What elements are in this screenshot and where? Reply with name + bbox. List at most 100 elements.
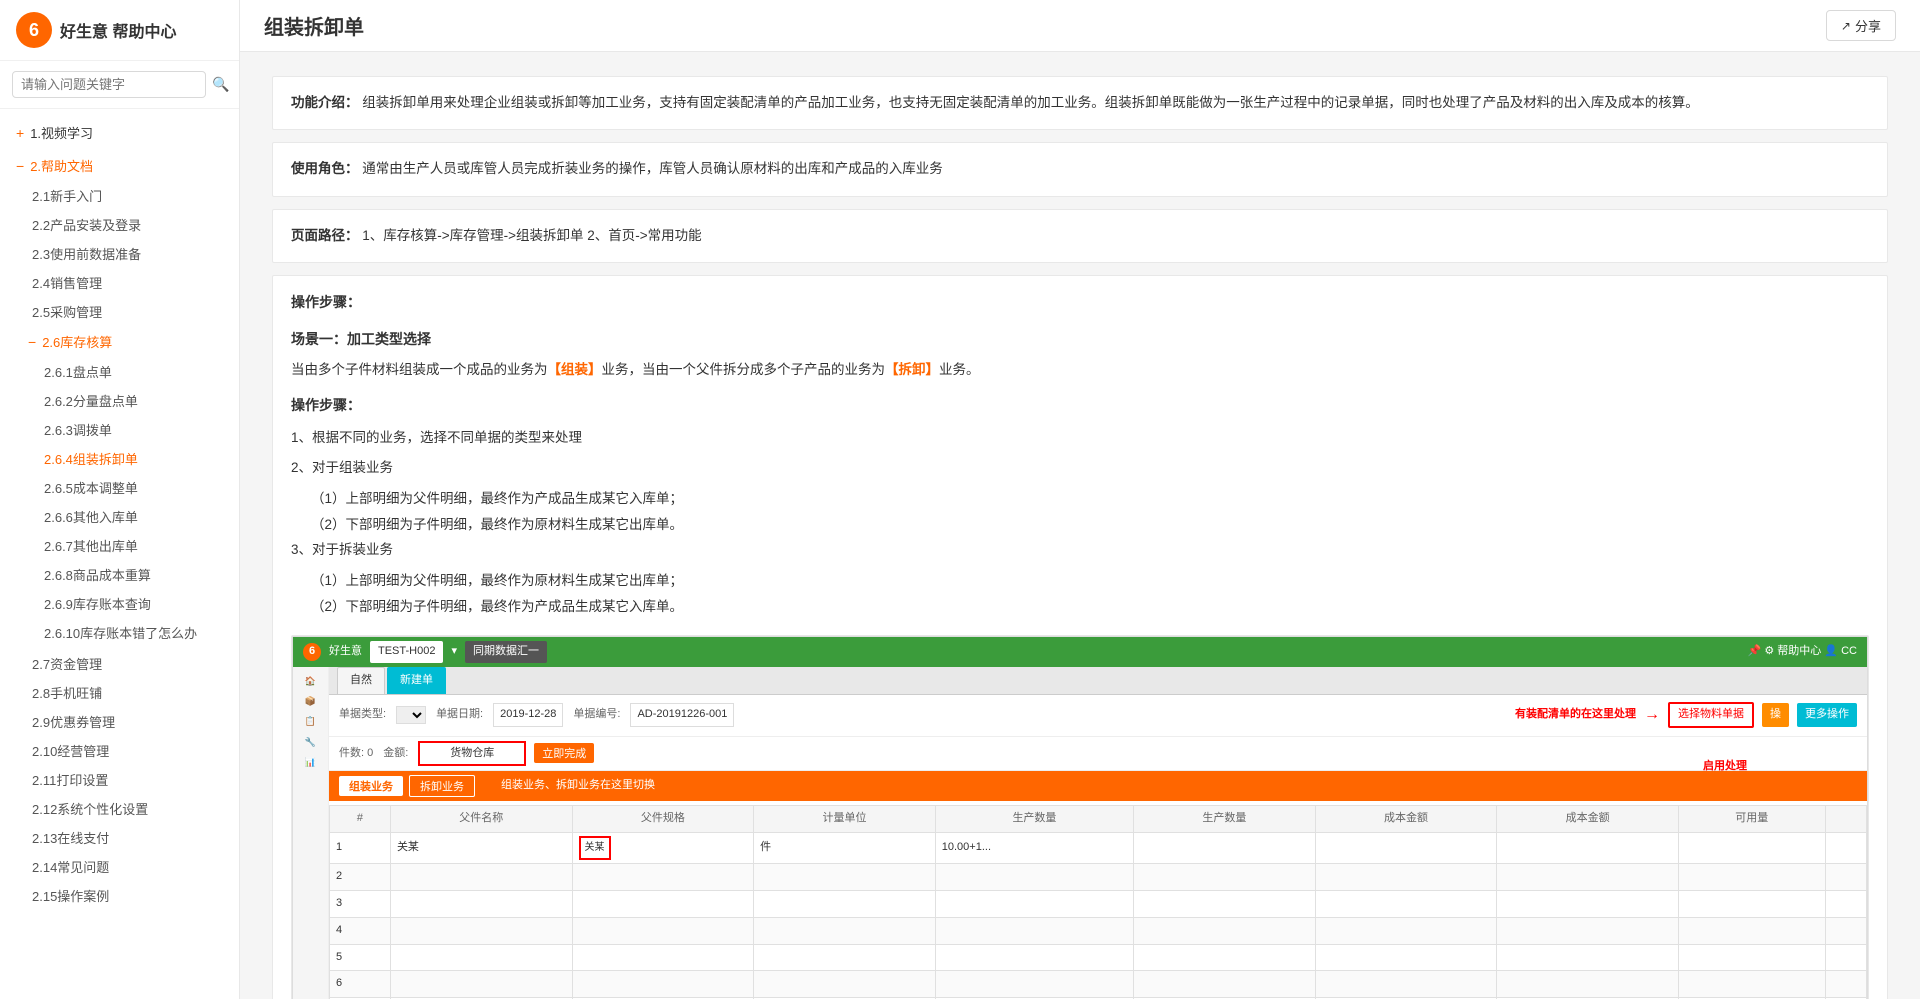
ss-cell-avail — [1678, 833, 1825, 864]
sidebar-item-inv-out[interactable]: 2.6.7其他出库单 — [0, 531, 239, 560]
ss-nav-icon-4: 🔧 — [305, 734, 316, 750]
ss-disassembly-btn[interactable]: 拆卸业务 — [409, 775, 475, 797]
ss-titlebar: 6 好生意 TEST-H002 ▾ 同期数据汇一 📌 ⚙ 帮助中心 👤 CC — [293, 637, 1867, 667]
annotation1: 有装配清单的在这里处理 — [1515, 705, 1636, 725]
sidebar-item-inv-check[interactable]: 2.6.1盘点单 — [0, 357, 239, 386]
share-icon: ↗ — [1841, 19, 1851, 33]
sidebar-item-payment[interactable]: 2.13在线支付 — [0, 823, 239, 852]
sidebar-item-faq[interactable]: 2.14常见问题 — [0, 852, 239, 881]
ss-annotation-btn: 选择物料单据 — [1668, 702, 1754, 728]
ops-steps-title: 操作步骤： — [291, 393, 1869, 418]
ss-form-type-select[interactable] — [396, 706, 426, 724]
ss-enable-annotation: 启用处理 — [1703, 757, 1747, 777]
sidebar-item-sales[interactable]: 2.4销售管理 — [0, 268, 239, 297]
ss-tab-new: 新建单 — [387, 667, 446, 694]
sidebar-item-inv-in[interactable]: 2.6.6其他入库单 — [0, 502, 239, 531]
ss-col-qty2: 生产数量 — [1134, 806, 1316, 833]
top-bar: 组装拆卸单 ↗ 分享 — [240, 0, 1920, 52]
nav-group-video: + 1.视频学习 — [0, 117, 239, 148]
ss-op-btn: 操 — [1762, 703, 1789, 727]
page-title: 组装拆卸单 — [264, 11, 364, 40]
sidebar-item-video[interactable]: + 1.视频学习 — [0, 117, 239, 148]
ss-count-label: 件数: 0 — [339, 744, 373, 764]
step1: 1、根据不同的业务，选择不同单据的类型来处理 — [291, 426, 1869, 450]
ss-assembly-btn[interactable]: 组装业务 — [339, 776, 403, 796]
share-button[interactable]: ↗ 分享 — [1826, 10, 1896, 41]
sidebar-item-install[interactable]: 2.2产品安装及登录 — [0, 210, 239, 239]
sidebar-item-finance[interactable]: 2.7资金管理 — [0, 649, 239, 678]
ss-nav-icon-2: 📦 — [305, 693, 316, 709]
sidebar-item-inv-cost-reset[interactable]: 2.6.8商品成本重算 — [0, 560, 239, 589]
nav-group-docs: − 2.帮助文档 2.1新手入门 2.2产品安装及登录 2.3使用前数据准备 2… — [0, 150, 239, 910]
sidebar-item-cases[interactable]: 2.15操作案例 — [0, 881, 239, 910]
nav-tree: + 1.视频学习 − 2.帮助文档 2.1新手入门 2.2产品安装及登录 2.3… — [0, 109, 239, 999]
ss-titlebar-left: 6 好生意 TEST-H002 ▾ 同期数据汇一 — [303, 641, 547, 663]
sidebar-item-inventory[interactable]: − 2.6库存核算 — [0, 326, 239, 357]
red-arrow-1: → — [1644, 701, 1660, 730]
ss-date-value: 2019-12-28 — [493, 703, 563, 727]
mock-screenshot: 6 好生意 TEST-H002 ▾ 同期数据汇一 📌 ⚙ 帮助中心 👤 CC — [292, 636, 1868, 999]
search-icon[interactable]: 🔍 — [212, 76, 229, 93]
scenario1-desc: 当由多个子件材料组装成一个成品的业务为【组装】业务，当由一个父件拆分成多个子产品… — [291, 358, 1869, 382]
ss-logo: 6 — [303, 643, 321, 661]
ss-confirm-btn[interactable]: 立即完成 — [534, 743, 594, 763]
ss-toggle-bar: 组装业务 拆卸业务 组装业务、拆卸业务在这里切换 启用处理 — [329, 771, 1867, 801]
ss-titlebar-right: 📌 ⚙ 帮助中心 👤 CC — [1748, 642, 1857, 662]
sidebar-item-print[interactable]: 2.11打印设置 — [0, 765, 239, 794]
ss-main: 自然 新建单 单据类型: 单据日期: 2019-12-28 单据编号: AD-2… — [329, 667, 1867, 999]
table-row: 3 — [330, 890, 1867, 917]
table-row: 4 — [330, 917, 1867, 944]
sidebar-item-docs-label: 2.帮助文档 — [30, 156, 93, 175]
ss-dropdown-icon: ▾ — [451, 642, 457, 662]
content-area: 功能介绍： 组装拆卸单用来处理企业组装或拆卸等加工业务，支持有固定装配清单的产品… — [240, 52, 1920, 999]
step3-2: （2）下部明细为子件明细，最终作为产成品生成某它入库单。 — [291, 594, 1869, 620]
ss-mini-nav: 🏠 📦 📋 🔧 📊 — [293, 667, 329, 999]
ss-red-field: 关某 — [579, 836, 611, 860]
ss-cell-unit: 件 — [754, 833, 936, 864]
path-block: 页面路径： 1、库存核算->库存管理->组装拆卸单 2、首页->常用功能 — [272, 209, 1888, 263]
sidebar-item-data-prep[interactable]: 2.3使用前数据准备 — [0, 239, 239, 268]
main-content: 组装拆卸单 ↗ 分享 功能介绍： 组装拆卸单用来处理企业组装或拆卸等加工业务，支… — [240, 0, 1920, 999]
ss-nav-icon-3: 📋 — [305, 713, 316, 729]
share-label: 分享 — [1855, 16, 1881, 35]
logo-icon: 6 — [16, 12, 52, 48]
sidebar-item-mobile[interactable]: 2.8手机旺铺 — [0, 678, 239, 707]
sidebar-item-purchase[interactable]: 2.5采购管理 — [0, 297, 239, 326]
sidebar-item-inv-cost[interactable]: 2.6.5成本调整单 — [0, 473, 239, 502]
ss-data-table: # 父件名称 父件规格 计量单位 生产数量 生产数量 成本金额 成本金额 — [329, 805, 1867, 999]
search-input[interactable] — [12, 71, 206, 98]
sidebar-item-docs[interactable]: − 2.帮助文档 — [0, 150, 239, 181]
ss-warehouse-field: 货物仓库 — [418, 741, 526, 767]
collapse-icon-inventory: − — [28, 334, 36, 350]
ss-app-name: 好生意 — [329, 642, 362, 662]
ss-form-sub: 件数: 0 金额: 货物仓库 立即完成 — [329, 737, 1867, 772]
ss-form-type-label: 单据类型: — [339, 705, 386, 725]
ss-tab-natural: 自然 — [337, 667, 385, 694]
sidebar-item-inv-adjust[interactable]: 2.6.3调拨单 — [0, 415, 239, 444]
ss-more-btn: 更多操作 — [1797, 703, 1857, 727]
sidebar-item-custom[interactable]: 2.12系统个性化设置 — [0, 794, 239, 823]
ss-col-unit: 计量单位 — [754, 806, 936, 833]
sidebar: 6 好生意 帮助中心 🔍 + 1.视频学习 − 2.帮助文档 2.1新手入门 2… — [0, 0, 240, 999]
path-text: 1、库存核算->库存管理->组装拆卸单 2、首页->常用功能 — [362, 228, 701, 243]
sidebar-item-inv-error[interactable]: 2.6.10库存账本错了怎么办 — [0, 618, 239, 647]
step3: 3、对于拆装业务 — [291, 538, 1869, 562]
search-area: 🔍 — [0, 61, 239, 109]
sidebar-item-inv-partial[interactable]: 2.6.2分量盘点单 — [0, 386, 239, 415]
ss-body: 🏠 📦 📋 🔧 📊 自然 新建单 — [293, 667, 1867, 999]
ss-nav-icon-1: 🏠 — [305, 673, 316, 689]
ss-toggle-annotation: 组装业务、拆卸业务在这里切换 — [501, 776, 655, 796]
sidebar-item-mgmt[interactable]: 2.10经营管理 — [0, 736, 239, 765]
sidebar-item-inv-ledger[interactable]: 2.6.9库存账本查询 — [0, 589, 239, 618]
ss-company: TEST-H002 — [370, 641, 443, 663]
ss-btn-prev: 同期数据汇一 — [465, 641, 547, 663]
intro-block: 功能介绍： 组装拆卸单用来处理企业组装或拆卸等加工业务，支持有固定装配清单的产品… — [272, 76, 1888, 130]
step2-1: （1）上部明细为父件明细，最终作为产成品生成某它入库单； — [291, 486, 1869, 512]
screenshot-container: 6 好生意 TEST-H002 ▾ 同期数据汇一 📌 ⚙ 帮助中心 👤 CC — [291, 635, 1869, 999]
ops-block: 操作步骤： 场景一：加工类型选择 当由多个子件材料组装成一个成品的业务为【组装】… — [272, 275, 1888, 999]
sidebar-item-inv-assembly[interactable]: 2.6.4组装拆卸单 — [0, 444, 239, 473]
nav-group-inventory: − 2.6库存核算 2.6.1盘点单 2.6.2分量盘点单 2.6.3调拨单 2… — [0, 326, 239, 647]
sidebar-item-coupon[interactable]: 2.9优惠券管理 — [0, 707, 239, 736]
ss-annotation-area: 有装配清单的在这里处理 → 选择物料单据 操 更多操作 — [744, 701, 1857, 730]
sidebar-item-new-user[interactable]: 2.1新手入门 — [0, 181, 239, 210]
